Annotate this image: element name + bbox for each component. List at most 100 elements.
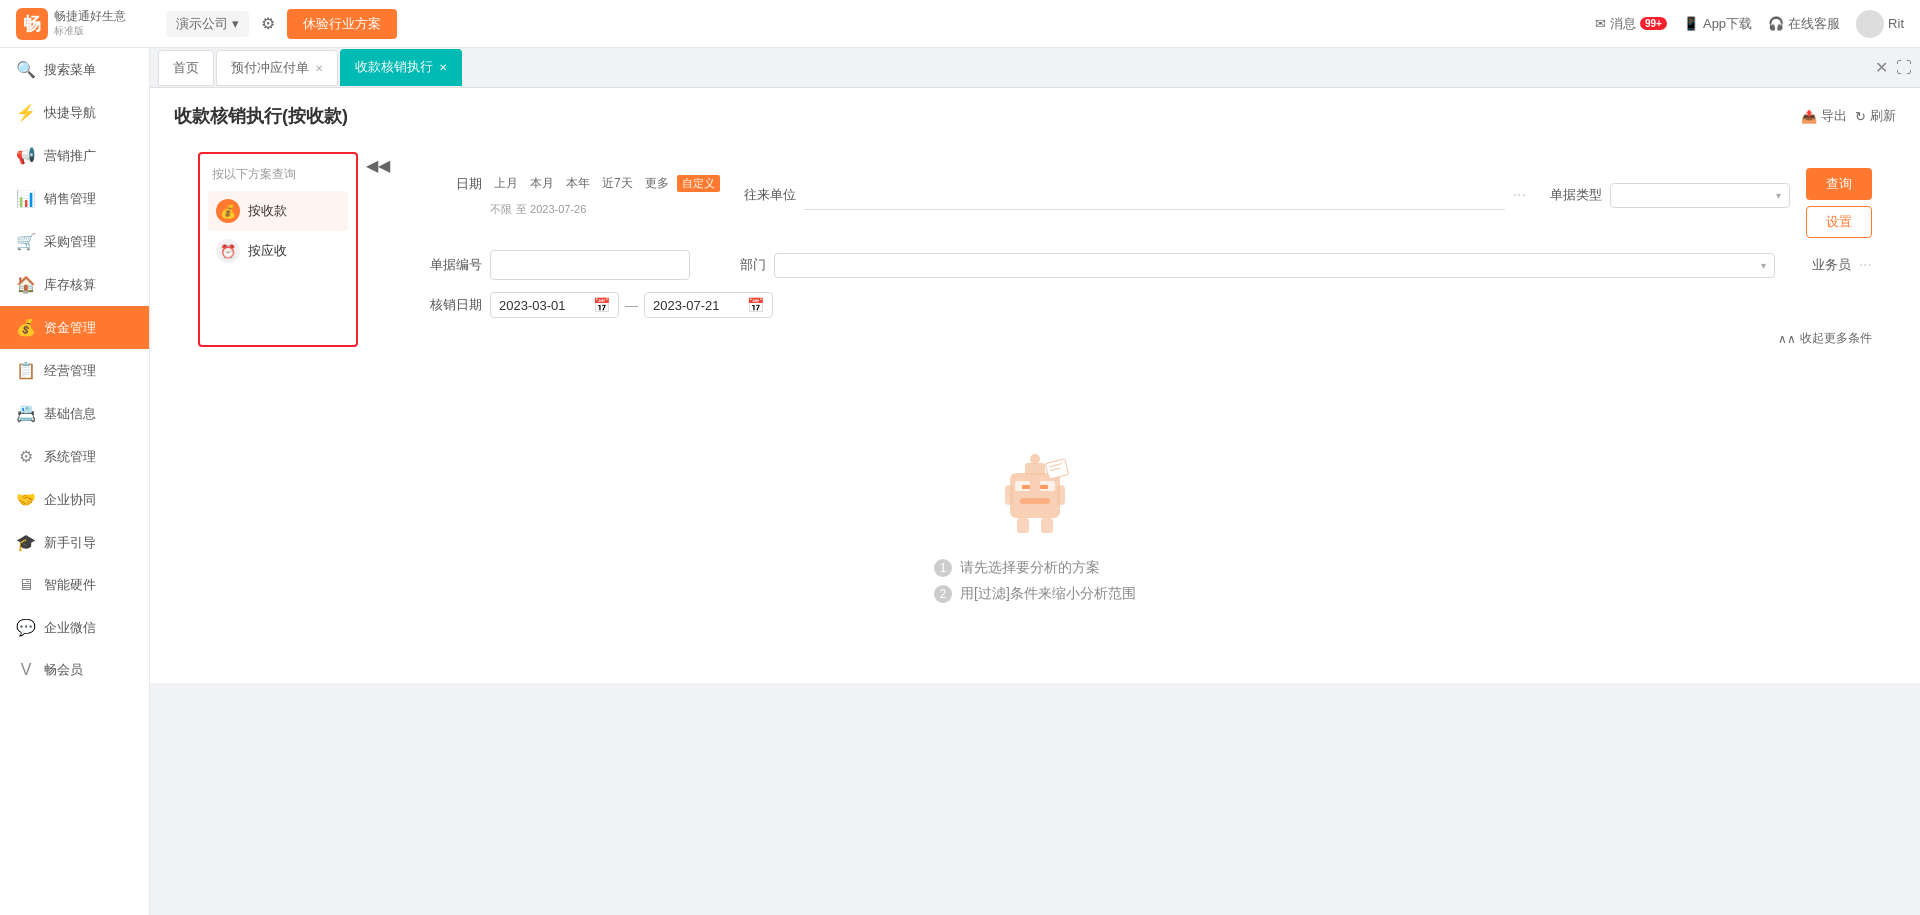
refresh-button[interactable]: ↻ 刷新 <box>1855 107 1896 125</box>
doc-no-group: 单据编号 <box>422 250 690 280</box>
message-button[interactable]: ✉ 消息 99+ <box>1595 15 1667 33</box>
logo-text: 畅捷通好生意 标准版 <box>54 9 126 39</box>
tab-label-2: 收款核销执行 <box>355 58 433 76</box>
sidebar-item-3[interactable]: 📊销售管理 <box>0 177 149 220</box>
staff-more-btn[interactable]: ··· <box>1859 256 1872 274</box>
tab-bar: 首页预付冲应付单✕ 收款核销执行 ✕ ✕ ⛶ <box>150 48 1920 88</box>
date-more-btn[interactable]: 更多 <box>641 173 673 194</box>
verify-date-to-input[interactable] <box>653 298 743 313</box>
sidebar-label-7: 经营管理 <box>44 362 96 380</box>
verify-date-range: 📅 — 📅 <box>490 292 773 318</box>
svg-rect-6 <box>1025 463 1045 475</box>
sidebar-item-9[interactable]: ⚙系统管理 <box>0 435 149 478</box>
settings-button[interactable]: 设置 <box>1806 206 1872 238</box>
filter-scheme-panel: 按以下方案查询 💰 按收款 ⏰ 按应收 <box>198 152 358 347</box>
doc-type-select-wrap[interactable]: ▾ <box>1610 183 1790 208</box>
sidebar-item-14[interactable]: V 畅会员 <box>0 649 149 691</box>
sidebar-icon-14: V <box>16 661 36 679</box>
tip-num-1: 1 <box>934 559 952 577</box>
receipt-icon: 💰 <box>216 199 240 223</box>
app-download-button[interactable]: 📱 App下载 <box>1683 15 1752 33</box>
filter-collapse-button[interactable]: ◀◀ <box>358 156 398 175</box>
verify-date-from-wrap: 📅 <box>490 292 619 318</box>
date-this-year-btn[interactable]: 本年 <box>562 173 594 194</box>
sidebar-label-5: 库存核算 <box>44 276 96 294</box>
company-selector[interactable]: 演示公司 ▾ <box>166 11 249 37</box>
settings-gear-button[interactable]: ⚙ <box>257 10 279 37</box>
sidebar-item-5[interactable]: 🏠 库存核算 <box>0 263 149 306</box>
sidebar-label-0: 搜索菜单 <box>44 61 96 79</box>
sidebar-icon-2: 📢 <box>16 146 36 165</box>
filter-panel: 按以下方案查询 💰 按收款 ⏰ 按应收 ◀◀ <box>150 136 1920 363</box>
date-this-month-btn[interactable]: 本月 <box>526 173 558 194</box>
tab-close-2[interactable]: ✕ <box>439 62 447 73</box>
sidebar-item-7[interactable]: 📋经营管理 <box>0 349 149 392</box>
tab-close-1[interactable]: ✕ <box>315 63 323 74</box>
sidebar-icon-11: 🎓 <box>16 533 36 552</box>
date-nolimit: 不限 <box>490 202 512 217</box>
sidebar-icon-1: ⚡ <box>16 103 36 122</box>
sidebar-item-2[interactable]: 📢营销推广 <box>0 134 149 177</box>
sidebar-label-10: 企业协同 <box>44 491 96 509</box>
svg-rect-10 <box>1017 518 1029 533</box>
sidebar-icon-8: 📇 <box>16 404 36 423</box>
query-button[interactable]: 查询 <box>1806 168 1872 200</box>
sidebar-item-12[interactable]: 🖥智能硬件 <box>0 564 149 606</box>
verify-date-to-wrap: 📅 <box>644 292 773 318</box>
top-bar-right: ✉ 消息 99+ 📱 App下载 🎧 在线客服 Rit <box>1595 10 1904 38</box>
filter-option-by-receipt[interactable]: 💰 按收款 <box>208 191 348 231</box>
sidebar-item-4[interactable]: 🛒采购管理 <box>0 220 149 263</box>
filter-option-by-receivable[interactable]: ⏰ 按应收 <box>208 231 348 271</box>
dept-select[interactable] <box>783 258 1766 273</box>
verify-date-from-input[interactable] <box>499 298 589 313</box>
sidebar-label-3: 销售管理 <box>44 190 96 208</box>
calendar-from-icon[interactable]: 📅 <box>593 297 610 313</box>
sidebar-item-10[interactable]: 🤝企业协同 <box>0 478 149 521</box>
sidebar: 🔍搜索菜单⚡快捷导航📢营销推广📊销售管理🛒采购管理 🏠 库存核算 💰资金管理📋经营管理… <box>0 48 150 915</box>
export-button[interactable]: 📤 导出 <box>1801 107 1847 125</box>
svg-rect-5 <box>1020 498 1050 504</box>
doc-no-input[interactable] <box>490 250 690 280</box>
sidebar-label-14: 畅会员 <box>44 661 83 679</box>
counterpart-more-btn[interactable]: ··· <box>1513 186 1526 204</box>
dept-select-wrap[interactable]: ▾ <box>774 253 1775 278</box>
date-filter-group: 日期 上月 本月 本年 近7天 更多 自定义 不限 <box>422 173 720 217</box>
svg-rect-11 <box>1041 518 1053 533</box>
service-icon: 🎧 <box>1768 16 1784 31</box>
page-title: 收款核销执行(按收款) <box>174 104 348 128</box>
staff-label: 业务员 <box>1791 256 1851 274</box>
calendar-to-icon[interactable]: 📅 <box>747 297 764 313</box>
sidebar-item-6[interactable]: 💰资金管理 <box>0 306 149 349</box>
user-menu[interactable]: Rit <box>1856 10 1904 38</box>
tab-0[interactable]: 首页 <box>158 50 214 86</box>
content-area: 收款核销执行(按收款) 📤 导出 ↻ 刷新 按以下方案查询 💰 按收款 <box>150 88 1920 915</box>
refresh-icon: ↻ <box>1855 109 1866 124</box>
page-header-actions: 📤 导出 ↻ 刷新 <box>1801 107 1896 125</box>
sidebar-item-11[interactable]: 🎓新手引导 <box>0 521 149 564</box>
tip-num-2: 2 <box>934 585 952 603</box>
tab-1[interactable]: 预付冲应付单✕ <box>216 50 338 86</box>
tab-2[interactable]: 收款核销执行 ✕ <box>340 49 462 86</box>
expand-tab-button[interactable]: ⛶ <box>1896 59 1912 77</box>
collapse-more-button[interactable]: ∧∧ 收起更多条件 <box>1778 330 1872 347</box>
message-badge: 99+ <box>1640 17 1667 30</box>
sidebar-icon-5: 🏠 <box>16 275 36 294</box>
sidebar-icon-12: 🖥 <box>16 576 36 594</box>
empty-state: 1 请先选择要分析的方案 2 用[过滤]条件来缩小分析范围 <box>150 363 1920 683</box>
doc-type-select[interactable] <box>1619 188 1781 203</box>
sidebar-item-8[interactable]: 📇基础信息 <box>0 392 149 435</box>
sidebar-item-13[interactable]: 💬企业微信 <box>0 606 149 649</box>
industry-solution-button[interactable]: 休验行业方案 <box>287 9 397 39</box>
sidebar-item-0[interactable]: 🔍搜索菜单 <box>0 48 149 91</box>
app-icon: 📱 <box>1683 16 1699 31</box>
filter-row-3: 核销日期 📅 — 📅 <box>422 292 1872 318</box>
doc-type-group: 单据类型 ▾ <box>1542 183 1790 208</box>
sidebar-label-13: 企业微信 <box>44 619 96 637</box>
svg-rect-8 <box>1005 485 1013 505</box>
date-7days-btn[interactable]: 近7天 <box>598 173 637 194</box>
close-tab-button[interactable]: ✕ <box>1875 58 1888 77</box>
online-service-button[interactable]: 🎧 在线客服 <box>1768 15 1840 33</box>
counterpart-group: 往来单位 ··· <box>736 180 1526 210</box>
sidebar-item-1[interactable]: ⚡快捷导航 <box>0 91 149 134</box>
date-last-month-btn[interactable]: 上月 <box>490 173 522 194</box>
